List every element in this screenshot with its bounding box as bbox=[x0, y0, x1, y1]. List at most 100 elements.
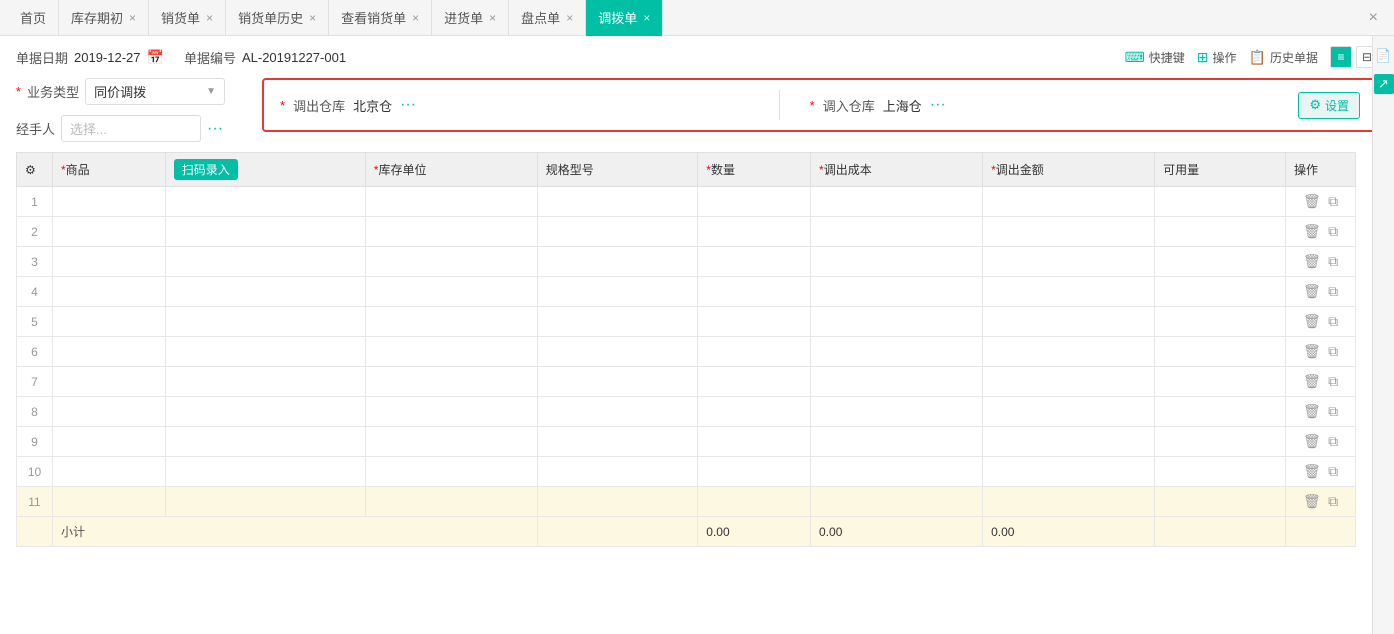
cell-unit-5[interactable] bbox=[365, 307, 537, 337]
copy-icon-1[interactable]: ⧉ bbox=[1328, 193, 1338, 209]
cell-unit-7[interactable] bbox=[365, 367, 537, 397]
cell-product-7[interactable] bbox=[53, 367, 166, 397]
cell-cost-1[interactable] bbox=[811, 187, 983, 217]
cell-cost-3[interactable] bbox=[811, 247, 983, 277]
cell-amount-10[interactable] bbox=[983, 457, 1155, 487]
cell-amount-2[interactable] bbox=[983, 217, 1155, 247]
cell-spec-8[interactable] bbox=[537, 397, 697, 427]
copy-icon-8[interactable]: ⧉ bbox=[1328, 403, 1338, 419]
cell-unit-6[interactable] bbox=[365, 337, 537, 367]
cell-amount-7[interactable] bbox=[983, 367, 1155, 397]
cell-unit-1[interactable] bbox=[365, 187, 537, 217]
close-all-tabs-button[interactable]: × bbox=[1361, 9, 1386, 27]
copy-icon-6[interactable]: ⧉ bbox=[1328, 343, 1338, 359]
cell-qty-10[interactable] bbox=[698, 457, 811, 487]
cell-product-5[interactable] bbox=[53, 307, 166, 337]
tab-sales-history[interactable]: 销货单历史 × bbox=[226, 0, 329, 36]
cell-qty-4[interactable] bbox=[698, 277, 811, 307]
cell-amount-1[interactable] bbox=[983, 187, 1155, 217]
warehouse-out-more-button[interactable]: ··· bbox=[400, 96, 416, 114]
agent-more-button[interactable]: ··· bbox=[207, 120, 223, 138]
cell-product-3[interactable] bbox=[53, 247, 166, 277]
history-button[interactable]: 📋 历史单据 bbox=[1249, 49, 1318, 66]
copy-icon-5[interactable]: ⧉ bbox=[1328, 313, 1338, 329]
copy-icon-9[interactable]: ⧉ bbox=[1328, 433, 1338, 449]
table-col-settings[interactable]: ⚙ bbox=[17, 153, 53, 187]
copy-icon-10[interactable]: ⧉ bbox=[1328, 463, 1338, 479]
tab-inventory-count-close[interactable]: × bbox=[566, 11, 573, 25]
cell-qty-9[interactable] bbox=[698, 427, 811, 457]
copy-icon-7[interactable]: ⧉ bbox=[1328, 373, 1338, 389]
cell-qty-6[interactable] bbox=[698, 337, 811, 367]
delete-icon-4[interactable]: 🗑 bbox=[1303, 283, 1321, 299]
cell-product-1[interactable] bbox=[53, 187, 166, 217]
cell-cost-2[interactable] bbox=[811, 217, 983, 247]
cell-product-2[interactable] bbox=[53, 217, 166, 247]
cell-product-10[interactable] bbox=[53, 457, 166, 487]
cell-spec-5[interactable] bbox=[537, 307, 697, 337]
cell-cost-9[interactable] bbox=[811, 427, 983, 457]
cell-amount-3[interactable] bbox=[983, 247, 1155, 277]
cell-cost-7[interactable] bbox=[811, 367, 983, 397]
copy-icon-2[interactable]: ⧉ bbox=[1328, 223, 1338, 239]
cell-amount-9[interactable] bbox=[983, 427, 1155, 457]
layout-lines-icon[interactable]: ≡ bbox=[1330, 46, 1352, 68]
cell-qty-5[interactable] bbox=[698, 307, 811, 337]
cell-unit-8[interactable] bbox=[365, 397, 537, 427]
delete-icon-1[interactable]: 🗑 bbox=[1303, 193, 1321, 209]
copy-icon-3[interactable]: ⧉ bbox=[1328, 253, 1338, 269]
delete-icon-2[interactable]: 🗑 bbox=[1303, 223, 1321, 239]
cell-unit-9[interactable] bbox=[365, 427, 537, 457]
cell-spec-6[interactable] bbox=[537, 337, 697, 367]
tab-purchase-order[interactable]: 进货单 × bbox=[432, 0, 509, 36]
tab-purchase-order-close[interactable]: × bbox=[489, 11, 496, 25]
business-type-select[interactable]: 同价调拨 ▼ bbox=[85, 78, 225, 105]
operations-button[interactable]: ⊞ 操作 bbox=[1197, 49, 1237, 66]
cell-spec-10[interactable] bbox=[537, 457, 697, 487]
cell-spec-9[interactable] bbox=[537, 427, 697, 457]
cell-cost-6[interactable] bbox=[811, 337, 983, 367]
delete-icon-5[interactable]: 🗑 bbox=[1303, 313, 1321, 329]
cell-cost-10[interactable] bbox=[811, 457, 983, 487]
cell-qty-2[interactable] bbox=[698, 217, 811, 247]
shortcuts-button[interactable]: ⌨ 快捷键 bbox=[1125, 49, 1185, 66]
cell-cost-8[interactable] bbox=[811, 397, 983, 427]
cell-unit-3[interactable] bbox=[365, 247, 537, 277]
delete-icon-9[interactable]: 🗑 bbox=[1303, 433, 1321, 449]
cell-unit-10[interactable] bbox=[365, 457, 537, 487]
copy-icon-4[interactable]: ⧉ bbox=[1328, 283, 1338, 299]
tab-sales-order[interactable]: 销货单 × bbox=[149, 0, 226, 36]
delete-icon-11[interactable]: 🗑 bbox=[1303, 493, 1321, 509]
cell-spec-7[interactable] bbox=[537, 367, 697, 397]
sidebar-doc-icon[interactable]: 📄 bbox=[1374, 46, 1394, 66]
delete-icon-7[interactable]: 🗑 bbox=[1303, 373, 1321, 389]
cell-product-9[interactable] bbox=[53, 427, 166, 457]
cell-qty-3[interactable] bbox=[698, 247, 811, 277]
cell-cost-4[interactable] bbox=[811, 277, 983, 307]
cell-amount-4[interactable] bbox=[983, 277, 1155, 307]
warehouse-in-more-button[interactable]: ··· bbox=[930, 96, 946, 114]
agent-select[interactable]: 选择... bbox=[61, 115, 201, 142]
tab-view-sales[interactable]: 查看销货单 × bbox=[329, 0, 432, 36]
tab-inventory-count[interactable]: 盘点单 × bbox=[509, 0, 586, 36]
cell-spec-3[interactable] bbox=[537, 247, 697, 277]
cell-product-6[interactable] bbox=[53, 337, 166, 367]
delete-icon-6[interactable]: 🗑 bbox=[1303, 343, 1321, 359]
cell-qty-8[interactable] bbox=[698, 397, 811, 427]
tab-sales-history-close[interactable]: × bbox=[309, 11, 316, 25]
tab-inventory-init[interactable]: 库存期初 × bbox=[59, 0, 149, 36]
cell-amount-8[interactable] bbox=[983, 397, 1155, 427]
tab-home[interactable]: 首页 bbox=[8, 0, 59, 36]
cell-cost-5[interactable] bbox=[811, 307, 983, 337]
cell-qty-1[interactable] bbox=[698, 187, 811, 217]
sidebar-export-icon[interactable]: ↗ bbox=[1374, 74, 1394, 94]
cell-qty-7[interactable] bbox=[698, 367, 811, 397]
cell-spec-1[interactable] bbox=[537, 187, 697, 217]
calendar-icon[interactable]: 📅 bbox=[147, 49, 164, 66]
copy-icon-11[interactable]: ⧉ bbox=[1328, 493, 1338, 509]
cell-unit-4[interactable] bbox=[365, 277, 537, 307]
tab-transfer-order[interactable]: 调拨单 × bbox=[586, 0, 663, 36]
cell-spec-2[interactable] bbox=[537, 217, 697, 247]
tab-inventory-init-close[interactable]: × bbox=[129, 11, 136, 25]
cell-product-8[interactable] bbox=[53, 397, 166, 427]
